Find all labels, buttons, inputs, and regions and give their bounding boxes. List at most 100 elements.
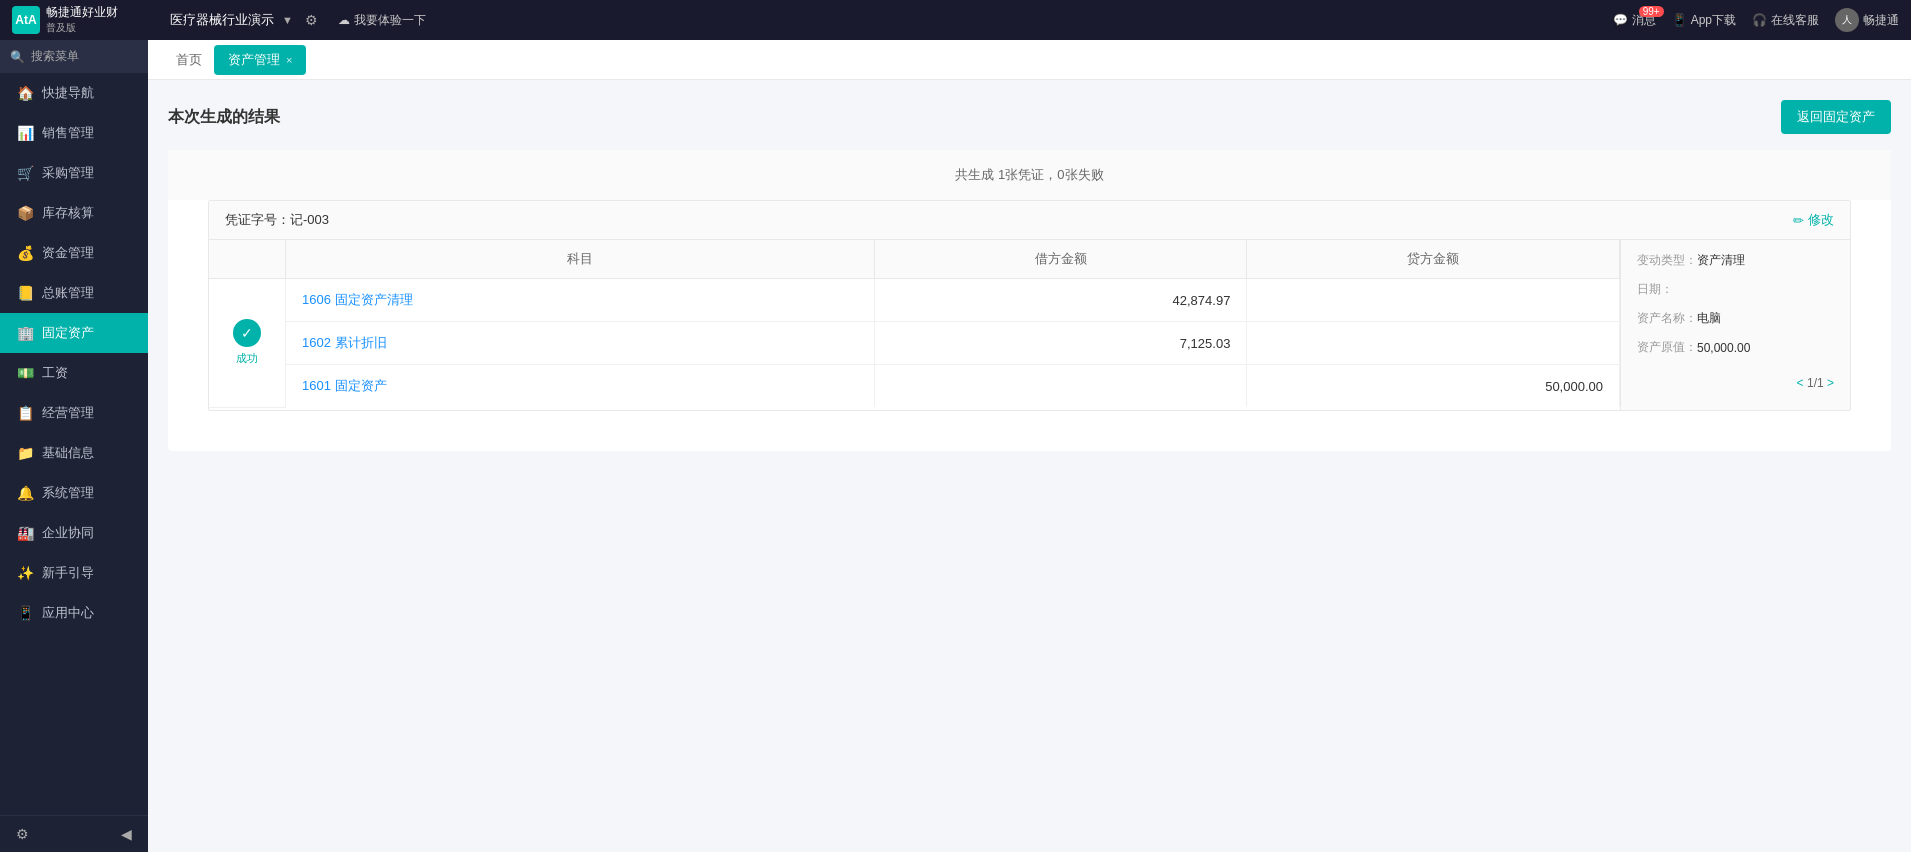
subject-cell: 1601 固定资产 — [286, 365, 875, 408]
message-btn[interactable]: 💬 消息 99+ — [1613, 12, 1656, 29]
content-area: 首页 资产管理 × 本次生成的结果 返回固定资产 共生成 1张凭证，0张失败 — [148, 40, 1911, 852]
system-icon: 🔔 — [16, 485, 34, 501]
status-cell: ✓ 成功 — [209, 279, 286, 408]
top-header: AtA 畅捷通好业财 普及版 医疗器械行业演示 ▼ ⚙ ☁ 我要体验一下 💬 消… — [0, 0, 1911, 40]
sidebar-item-basic-info[interactable]: 📁 基础信息 — [0, 433, 148, 473]
app-icon: 📱 — [1672, 13, 1687, 27]
return-fixed-assets-button[interactable]: 返回固定资产 — [1781, 100, 1891, 134]
search-icon: 🔍 — [10, 50, 25, 64]
sidebar-search[interactable]: 🔍 搜索菜单 — [0, 40, 148, 73]
subject-link[interactable]: 1601 固定资产 — [302, 378, 387, 393]
change-type-row: 变动类型： 资产清理 — [1637, 252, 1834, 269]
page-content: 本次生成的结果 返回固定资产 共生成 1张凭证，0张失败 凭证字号：记-003 — [148, 80, 1911, 852]
experience-btn[interactable]: ☁ 我要体验一下 — [338, 12, 426, 29]
header-right: 💬 消息 99+ 📱 App下载 🎧 在线客服 人 畅捷通 — [1613, 8, 1899, 32]
sidebar-item-guide[interactable]: ✨ 新手引导 — [0, 553, 148, 593]
success-status: ✓ 成功 — [225, 311, 269, 374]
voucher-table: 科目 借方金额 贷方金额 — [209, 240, 1620, 408]
online-service-btn[interactable]: 🎧 在线客服 — [1752, 12, 1819, 29]
page-title: 本次生成的结果 — [168, 107, 280, 128]
credit-cell: 50,000.00 — [1247, 365, 1620, 408]
sidebar-item-system[interactable]: 🔔 系统管理 — [0, 473, 148, 513]
app-download-btn[interactable]: 📱 App下载 — [1672, 12, 1736, 29]
col-status — [209, 240, 286, 279]
voucher-header: 凭证字号：记-003 ✏ 修改 — [209, 201, 1850, 240]
result-panel: 共生成 1张凭证，0张失败 凭证字号：记-003 ✏ 修改 — [168, 150, 1891, 451]
experience-icon: ☁ — [338, 13, 350, 27]
col-debit-header: 借方金额 — [874, 240, 1247, 279]
tab-home[interactable]: 首页 — [164, 51, 214, 69]
sidebar-item-operations[interactable]: 📋 经营管理 — [0, 393, 148, 433]
inventory-icon: 📦 — [16, 205, 34, 221]
table-row: 1601 固定资产 50,000.00 — [209, 365, 1620, 408]
subject-cell: 1602 累计折旧 — [286, 322, 875, 365]
date-row: 日期： — [1637, 281, 1834, 298]
sidebar-item-app-center[interactable]: 📱 应用中心 — [0, 593, 148, 633]
sidebar-item-purchase[interactable]: 🛒 采购管理 — [0, 153, 148, 193]
summary-bar: 共生成 1张凭证，0张失败 — [168, 150, 1891, 200]
tab-asset-management[interactable]: 资产管理 × — [214, 45, 306, 75]
enterprise-icon: 🏭 — [16, 525, 34, 541]
tab-close-icon[interactable]: × — [286, 54, 292, 66]
asset-value-row: 资产原值： 50,000.00 — [1637, 339, 1834, 356]
voucher-main: 科目 借方金额 贷方金额 — [209, 240, 1620, 410]
message-icon: 💬 — [1613, 13, 1628, 27]
sidebar-item-quick-nav[interactable]: 🏠 快捷导航 — [0, 73, 148, 113]
col-credit-header: 贷方金额 — [1247, 240, 1620, 279]
page-indicator: 1/1 — [1807, 376, 1827, 390]
header-middle: 医疗器械行业演示 ▼ ⚙ ☁ 我要体验一下 — [160, 11, 1613, 29]
voucher-body: 科目 借方金额 贷方金额 — [209, 240, 1850, 410]
logo-icon: AtA — [12, 6, 40, 34]
service-icon: 🎧 — [1752, 13, 1767, 27]
logo-area: AtA 畅捷通好业财 普及版 — [12, 5, 160, 35]
table-row: ✓ 成功 1606 固定资产清理 — [209, 279, 1620, 322]
asset-name-value: 电脑 — [1697, 310, 1721, 327]
tab-bar: 首页 资产管理 × — [148, 40, 1911, 80]
sidebar-item-salary[interactable]: 💵 工资 — [0, 353, 148, 393]
success-label: 成功 — [236, 351, 258, 366]
sidebar-item-inventory[interactable]: 📦 库存核算 — [0, 193, 148, 233]
debit-cell: 7,125.03 — [874, 322, 1247, 365]
voucher-side-info: 变动类型： 资产清理 日期： 资产名称： 电脑 — [1620, 240, 1850, 410]
operations-icon: 📋 — [16, 405, 34, 421]
prev-page-icon[interactable]: < — [1797, 376, 1804, 390]
asset-original-value: 50,000.00 — [1697, 341, 1750, 355]
message-badge: 99+ — [1639, 6, 1664, 17]
bottom-settings-icon[interactable]: ⚙ — [16, 826, 29, 842]
logo-sub: 普及版 — [46, 21, 118, 35]
credit-cell — [1247, 279, 1620, 322]
sidebar-item-fund[interactable]: 💰 资金管理 — [0, 233, 148, 273]
basic-info-icon: 📁 — [16, 445, 34, 461]
sales-icon: 📊 — [16, 125, 34, 141]
sidebar: 🔍 搜索菜单 🏠 快捷导航 📊 销售管理 🛒 采购管理 📦 库存核算 💰 资金管… — [0, 40, 148, 852]
table-row: 1602 累计折旧 7,125.03 — [209, 322, 1620, 365]
subject-link[interactable]: 1602 累计折旧 — [302, 335, 387, 350]
asset-name-row: 资产名称： 电脑 — [1637, 310, 1834, 327]
edit-icon: ✏ — [1793, 213, 1804, 228]
company-name: 医疗器械行业演示 — [170, 11, 274, 29]
guide-icon: ✨ — [16, 565, 34, 581]
company-dropdown-icon[interactable]: ▼ — [282, 14, 293, 26]
pagination: < 1/1 > — [1637, 368, 1834, 398]
sidebar-item-enterprise[interactable]: 🏭 企业协同 — [0, 513, 148, 553]
credit-cell — [1247, 322, 1620, 365]
success-icon: ✓ — [233, 319, 261, 347]
avatar: 人 — [1835, 8, 1859, 32]
settings-icon[interactable]: ⚙ — [305, 12, 318, 28]
main-layout: 🔍 搜索菜单 🏠 快捷导航 📊 销售管理 🛒 采购管理 📦 库存核算 💰 资金管… — [0, 40, 1911, 852]
sidebar-item-ledger[interactable]: 📒 总账管理 — [0, 273, 148, 313]
voucher-number: 凭证字号：记-003 — [225, 211, 329, 229]
sidebar-item-sales[interactable]: 📊 销售管理 — [0, 113, 148, 153]
col-subject-header: 科目 — [286, 240, 875, 279]
collapse-icon[interactable]: ◀ — [121, 826, 132, 842]
purchase-icon: 🛒 — [16, 165, 34, 181]
sidebar-item-fixed-assets[interactable]: 🏢 固定资产 — [0, 313, 148, 353]
next-page-icon[interactable]: > — [1827, 376, 1834, 390]
voucher-section: 凭证字号：记-003 ✏ 修改 — [208, 200, 1851, 411]
fund-icon: 💰 — [16, 245, 34, 261]
edit-button[interactable]: ✏ 修改 — [1793, 211, 1834, 229]
debit-cell: 42,874.97 — [874, 279, 1247, 322]
user-area[interactable]: 人 畅捷通 — [1835, 8, 1899, 32]
change-type-value: 资产清理 — [1697, 252, 1745, 269]
subject-link[interactable]: 1606 固定资产清理 — [302, 292, 413, 307]
